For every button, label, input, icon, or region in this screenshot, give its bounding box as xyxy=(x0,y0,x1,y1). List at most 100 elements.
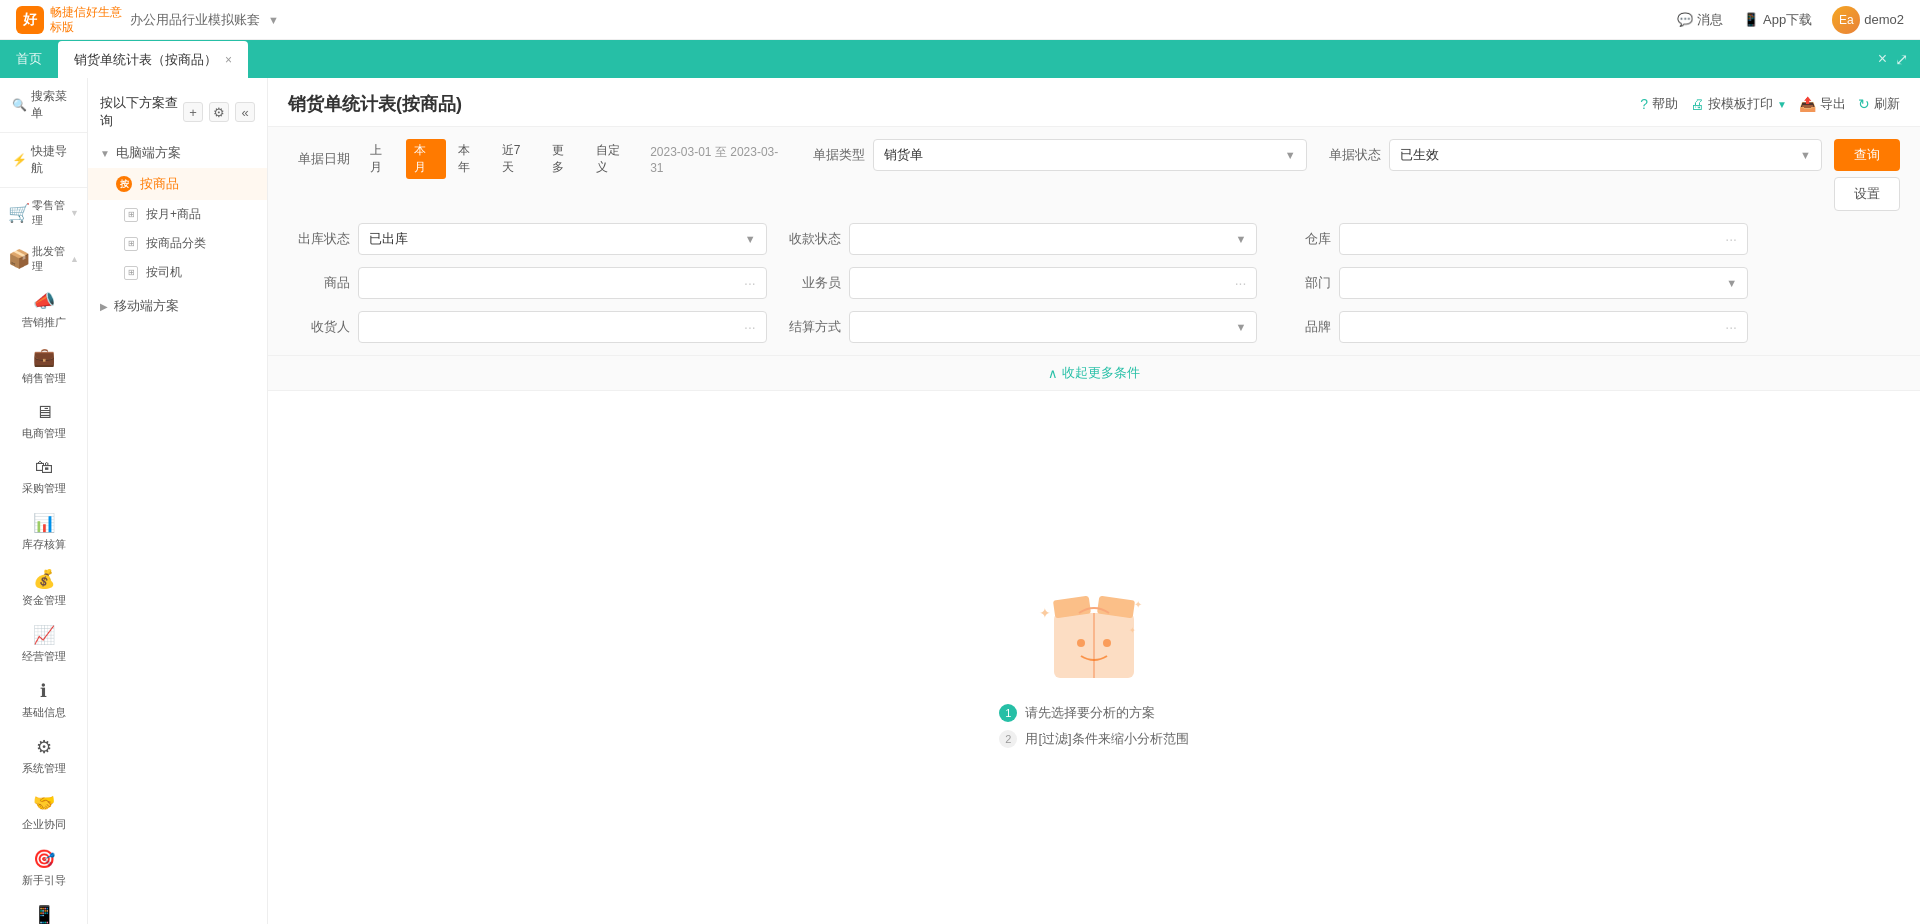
print-dropdown-icon[interactable]: ▼ xyxy=(1777,99,1787,110)
scheme-group-mobile-header[interactable]: ▶ 移动端方案 xyxy=(88,291,267,321)
filter-inner: 单据日期 上月 本月 本年 近7天 更多 自定义 20 xyxy=(268,127,1920,343)
message-icon: 💬 xyxy=(1677,12,1693,27)
scheme-item-by-month-product[interactable]: ⊞ 按月+商品 xyxy=(88,200,267,229)
search-menu[interactable]: 🔍 搜索菜单 xyxy=(0,78,87,133)
salesperson-input[interactable]: ··· xyxy=(849,267,1258,299)
svg-point-4 xyxy=(1077,639,1085,647)
sidebar-item-appcenter[interactable]: 📱 应用中心 xyxy=(0,894,87,924)
consignee-input[interactable]: ··· xyxy=(358,311,767,343)
tab-minimize-icon[interactable]: × xyxy=(1878,50,1887,68)
sidebar-item-ecommerce[interactable]: 🖥 电商管理 xyxy=(0,392,87,447)
sidebar-item-sales[interactable]: 💼 销售管理 xyxy=(0,336,87,392)
scheme-settings-button[interactable]: ⚙ xyxy=(209,102,229,122)
print-icon: 🖨 xyxy=(1690,96,1704,112)
help-button[interactable]: ? 帮助 xyxy=(1640,95,1678,113)
doc-status-input[interactable]: 已生效 ▼ xyxy=(1389,139,1822,171)
date-tab-7days[interactable]: 近7天 xyxy=(494,139,541,179)
scheme-collapse-button[interactable]: « xyxy=(235,102,255,122)
out-status-label: 出库状态 xyxy=(288,230,358,248)
tab-maximize-icon[interactable]: ⤢ xyxy=(1895,50,1908,69)
doc-type-input[interactable]: 销货单 ▼ xyxy=(873,139,1306,171)
date-tab-more[interactable]: 更多 xyxy=(544,139,584,179)
empty-steps: 1 请先选择要分析的方案 2 用[过滤]条件来缩小分析范围 xyxy=(999,704,1188,748)
out-status-value: 已出库 xyxy=(369,230,408,248)
consignee-label: 收货人 xyxy=(288,318,358,336)
page-title-bar: 销货单统计表(按商品) ? 帮助 🖨 按模板打印 ▼ 📤 导出 xyxy=(268,78,1920,127)
brand-dots-icon[interactable]: ··· xyxy=(1725,319,1737,335)
scheme-add-button[interactable]: + xyxy=(183,102,203,122)
salesperson-dots-icon[interactable]: ··· xyxy=(1235,275,1247,291)
topbar-title: 办公用品行业模拟账套 xyxy=(130,11,260,29)
date-tab-this-year[interactable]: 本年 xyxy=(450,139,490,179)
date-tab-last-month[interactable]: 上月 xyxy=(362,139,402,179)
tab-home[interactable]: 首页 xyxy=(0,40,58,78)
scheme-group-desktop-header[interactable]: ▼ 电脑端方案 xyxy=(88,138,267,168)
avatar: Ea xyxy=(1832,6,1860,34)
consignee-dots-icon[interactable]: ··· xyxy=(744,319,756,335)
purchase-icon: 🛍 xyxy=(35,457,53,478)
date-tab-this-month[interactable]: 本月 xyxy=(406,139,446,179)
department-label: 部门 xyxy=(1269,274,1339,292)
finance-icon: 💰 xyxy=(33,568,55,590)
refresh-button[interactable]: ↻ 刷新 xyxy=(1858,95,1900,113)
product-dots-icon[interactable]: ··· xyxy=(744,275,756,291)
tabbar-actions: × ⤢ xyxy=(1878,50,1920,69)
doc-status-arrow-icon: ▼ xyxy=(1800,149,1811,161)
query-button[interactable]: 查询 xyxy=(1834,139,1900,171)
scheme-header-label: 按以下方案查询 xyxy=(100,94,183,130)
brand-input[interactable]: ··· xyxy=(1339,311,1748,343)
retail-icon: 🛒 xyxy=(8,202,30,224)
warehouse-label: 仓库 xyxy=(1269,230,1339,248)
product-input[interactable]: ··· xyxy=(358,267,767,299)
out-status-input[interactable]: 已出库 ▼ xyxy=(358,223,767,255)
print-button[interactable]: 🖨 按模板打印 ▼ xyxy=(1690,95,1787,113)
sidebar-item-system[interactable]: ⚙ 系统管理 xyxy=(0,726,87,782)
tab-active[interactable]: 销货单统计表（按商品） × xyxy=(58,41,248,79)
newbie-icon: 🎯 xyxy=(33,848,55,870)
sidebar-item-wholesale[interactable]: 📦 批发管理 ▲ xyxy=(0,234,87,280)
export-button[interactable]: 📤 导出 xyxy=(1799,95,1846,113)
mobile-group-label: 移动端方案 xyxy=(114,297,179,315)
payment-status-input[interactable]: ▼ xyxy=(849,223,1258,255)
operations-icon: 📈 xyxy=(33,624,55,646)
sidebar-item-inventory[interactable]: 📊 库存核算 xyxy=(0,502,87,558)
sidebar-item-operations[interactable]: 📈 经营管理 xyxy=(0,614,87,670)
marketing-icon: 📣 xyxy=(33,290,55,312)
sidebar-item-newbie[interactable]: 🎯 新手引导 xyxy=(0,838,87,894)
warehouse-dots-icon[interactable]: ··· xyxy=(1725,231,1737,247)
collapse-label: 收起更多条件 xyxy=(1062,364,1140,382)
settlement-label: 结算方式 xyxy=(779,318,849,336)
sidebar-nav: 🛒 零售管理 ▼ 📦 批发管理 ▲ 📣 营销推广 💼 销售管理 🖥 电商管理 xyxy=(0,188,87,924)
quick-nav[interactable]: ⚡ 快捷导航 xyxy=(0,133,87,188)
app-download-button[interactable]: 📱 App下载 xyxy=(1743,11,1812,29)
user-menu[interactable]: Ea demo2 xyxy=(1832,6,1904,34)
scheme-item-by-cashier[interactable]: ⊞ 按司机 xyxy=(88,258,267,287)
department-arrow-icon: ▼ xyxy=(1726,277,1737,289)
topbar-dropdown-icon[interactable]: ▼ xyxy=(268,14,279,26)
sidebar-item-retail[interactable]: 🛒 零售管理 ▼ xyxy=(0,188,87,234)
settlement-input[interactable]: ▼ xyxy=(849,311,1258,343)
sidebar-item-purchase[interactable]: 🛍 采购管理 xyxy=(0,447,87,502)
message-button[interactable]: 💬 消息 xyxy=(1677,11,1723,29)
empty-state: ✦ ✦ ✦ 1 请先选择要分析的方案 2 用[过滤]条件来缩小分析范围 xyxy=(268,391,1920,924)
wholesale-icon: 📦 xyxy=(8,248,30,270)
sidebar-item-marketing[interactable]: 📣 营销推广 xyxy=(0,280,87,336)
svg-point-5 xyxy=(1103,639,1111,647)
sidebar-item-finance[interactable]: 💰 资金管理 xyxy=(0,558,87,614)
desktop-group-label: 电脑端方案 xyxy=(116,144,181,162)
collapse-bar[interactable]: ∧ 收起更多条件 xyxy=(268,355,1920,390)
scheme-item-by-product[interactable]: 按 按商品 xyxy=(88,168,267,200)
department-input[interactable]: ▼ xyxy=(1339,267,1748,299)
by-month-icon: ⊞ xyxy=(124,208,138,222)
date-range: 2023-03-01 至 2023-03-31 xyxy=(650,144,791,175)
by-category-icon: ⊞ xyxy=(124,237,138,251)
date-tab-custom[interactable]: 自定义 xyxy=(588,139,640,179)
warehouse-input[interactable]: ··· xyxy=(1339,223,1748,255)
tab-close-icon[interactable]: × xyxy=(225,53,232,67)
scheme-item-by-category[interactable]: ⊞ 按商品分类 xyxy=(88,229,267,258)
sidebar-item-basic[interactable]: ℹ 基础信息 xyxy=(0,670,87,726)
scheme-group-mobile: ▶ 移动端方案 xyxy=(88,291,267,321)
settings-button[interactable]: 设置 xyxy=(1834,177,1900,211)
inventory-icon: 📊 xyxy=(33,512,55,534)
sidebar-item-enterprise[interactable]: 🤝 企业协同 xyxy=(0,782,87,838)
